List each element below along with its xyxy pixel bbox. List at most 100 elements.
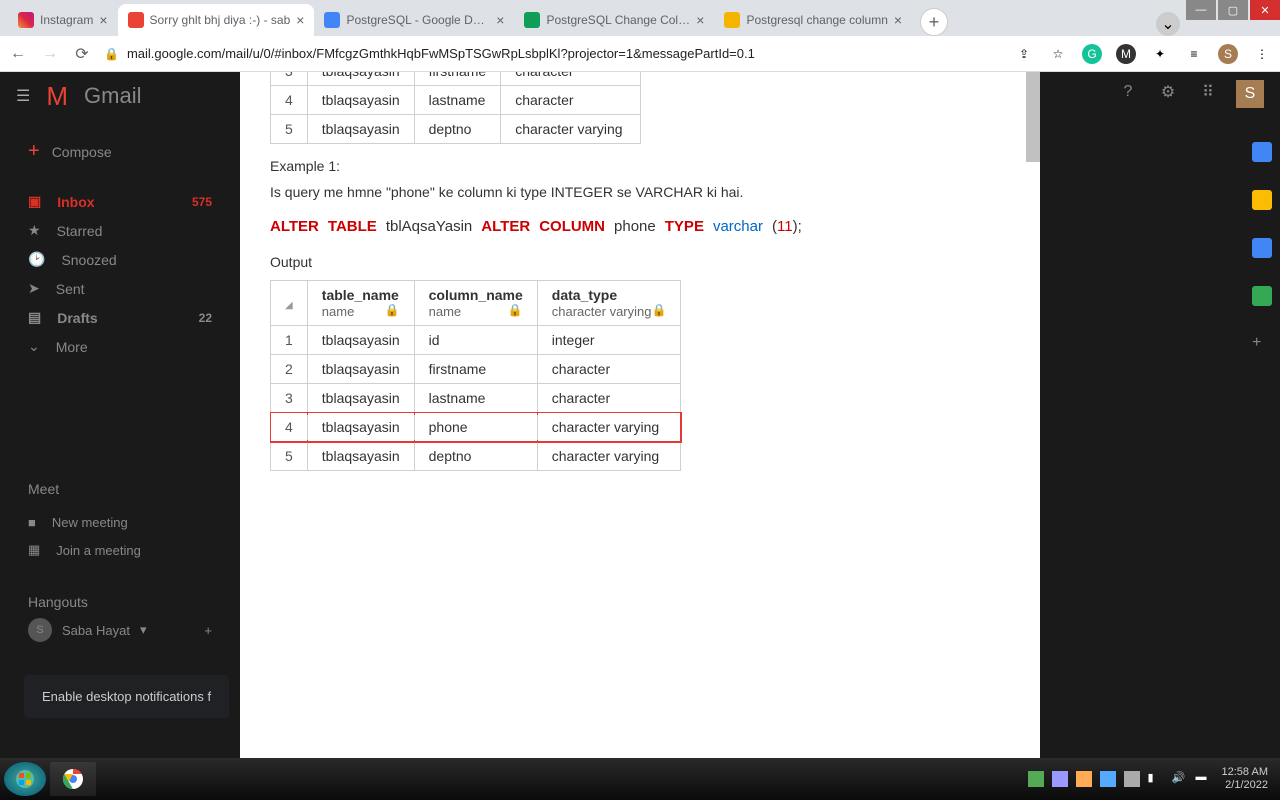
compose-button[interactable]: + Compose <box>8 128 132 175</box>
sidebar-label: Drafts <box>57 310 97 326</box>
calendar-icon[interactable] <box>1252 142 1272 162</box>
hangouts-user[interactable]: S Saba Hayat ▾ + <box>28 618 212 642</box>
close-icon[interactable]: × <box>696 12 704 28</box>
notification-toast[interactable]: Enable desktop notifications f <box>24 675 229 718</box>
close-icon[interactable]: × <box>496 12 504 28</box>
tab-title: Instagram <box>40 13 93 27</box>
windows-logo-icon <box>15 769 35 789</box>
sidebar-drafts[interactable]: ▤ Drafts 22 <box>8 303 232 332</box>
attachment-preview: 3 tblaqsayasin firstname character 4 tbl… <box>240 72 1040 758</box>
back-button[interactable]: ← <box>8 44 28 64</box>
gdocs-icon <box>324 12 340 28</box>
clock[interactable]: 12:58 AM 2/1/2022 <box>1222 766 1268 792</box>
table-row: 5 tblaqsayasin deptno character varying <box>271 442 681 471</box>
output-table: ◢ table_namename🔒 column_namename🔒 data_… <box>270 280 681 471</box>
close-icon[interactable]: × <box>296 12 304 28</box>
url-field[interactable]: 🔒 mail.google.com/mail/u/0/#inbox/FMfcgz… <box>104 46 1002 61</box>
sort-icon[interactable]: ◢ <box>285 300 293 311</box>
side-panel: + <box>1252 142 1272 354</box>
add-icon[interactable]: + <box>204 623 212 638</box>
sidebar-sent[interactable]: ➤ Sent <box>8 274 232 303</box>
new-meeting-button[interactable]: ■New meeting <box>28 509 212 536</box>
sidebar-more[interactable]: ⌄ More <box>8 332 232 361</box>
contacts-icon[interactable] <box>1252 286 1272 306</box>
close-button[interactable]: ✕ <box>1250 0 1280 20</box>
settings-gear-icon[interactable]: ⚙ <box>1156 80 1180 104</box>
chrome-taskbar-icon[interactable] <box>50 762 96 796</box>
address-bar: ← → ⟳ 🔒 mail.google.com/mail/u/0/#inbox/… <box>0 36 1280 72</box>
reload-button[interactable]: ⟳ <box>72 44 92 64</box>
sent-icon: ➤ <box>28 280 40 297</box>
sidebar-label: Snoozed <box>61 252 116 268</box>
sql-code: ALTER TABLE tblAqsaYasin ALTER COLUMN ph… <box>270 212 1010 242</box>
extensions-icon[interactable]: ✦ <box>1150 44 1170 64</box>
tab-pgcol[interactable]: Postgresql change column × <box>714 4 912 36</box>
minimize-button[interactable]: — <box>1186 0 1216 20</box>
maximize-button[interactable]: ▢ <box>1218 0 1248 20</box>
tray-icon[interactable] <box>1076 771 1092 787</box>
share-icon[interactable]: ⇪ <box>1014 44 1034 64</box>
network-icon[interactable]: ▮ <box>1148 771 1164 787</box>
sidebar-label: More <box>56 339 88 355</box>
sidebar-inbox[interactable]: ▣ Inbox 575 <box>8 187 232 216</box>
menu-icon[interactable]: ⋮ <box>1252 44 1272 64</box>
tab-title: Postgresql change column <box>746 13 887 27</box>
join-meeting-button[interactable]: ▦Join a meeting <box>28 536 212 564</box>
volume-icon[interactable]: 🔊 <box>1172 771 1188 787</box>
tray-icon[interactable] <box>1052 771 1068 787</box>
system-tray: ▮ 🔊 ▬ 12:58 AM 2/1/2022 <box>1028 766 1276 792</box>
drafts-icon: ▤ <box>28 309 41 326</box>
tray-icon[interactable] <box>1028 771 1044 787</box>
tray-icon[interactable] <box>1100 771 1116 787</box>
extension-m-icon[interactable]: M <box>1116 44 1136 64</box>
lock-icon: 🔒 <box>104 47 119 61</box>
start-button[interactable] <box>4 762 46 796</box>
tray-icons: ▮ 🔊 ▬ <box>1028 771 1212 787</box>
battery-icon[interactable]: ▬ <box>1196 771 1212 787</box>
profile-avatar[interactable]: S <box>1218 44 1238 64</box>
tab-gmail[interactable]: Sorry ghlt bhj diya :-) - sab × <box>118 4 315 36</box>
new-tab-button[interactable]: + <box>920 8 948 36</box>
clock-icon: 🕑 <box>28 251 45 268</box>
sidebar-snoozed[interactable]: 🕑 Snoozed <box>8 245 232 274</box>
tab-pgchange[interactable]: PostgreSQL Change Colum × <box>514 4 714 36</box>
inbox-icon: ▣ <box>28 193 41 210</box>
gmail-sidebar: + Compose ▣ Inbox 575 ★ Starred 🕑 Snooze… <box>0 120 240 650</box>
star-icon: ★ <box>28 222 41 239</box>
sidebar-starred[interactable]: ★ Starred <box>8 216 232 245</box>
dropdown-icon: ▾ <box>140 622 147 638</box>
add-panel-icon[interactable]: + <box>1252 334 1272 354</box>
help-icon[interactable]: ? <box>1116 80 1140 104</box>
hangouts-title: Hangouts <box>28 594 212 610</box>
tasks-icon[interactable] <box>1252 238 1272 258</box>
gmail-logo: Gmail <box>84 83 141 109</box>
gmail-m-icon: M <box>46 81 68 112</box>
account-avatar[interactable]: S <box>1236 80 1264 108</box>
table-row: 2 tblaqsayasin firstname character <box>271 355 681 384</box>
keep-icon[interactable] <box>1252 190 1272 210</box>
grammarly-icon[interactable]: G <box>1082 44 1102 64</box>
table-header-row: ◢ table_namename🔒 column_namename🔒 data_… <box>271 281 681 326</box>
browser-tabbar: Instagram × Sorry ghlt bhj diya :-) - sa… <box>0 0 1280 36</box>
tray-icon[interactable] <box>1124 771 1140 787</box>
chrome-profile-button[interactable]: ⌄ <box>1156 12 1180 36</box>
tab-gdocs[interactable]: PostgreSQL - Google Docs × <box>314 4 514 36</box>
instagram-icon <box>18 12 34 28</box>
user-name: Saba Hayat <box>62 623 130 638</box>
close-icon[interactable]: × <box>99 12 107 28</box>
apps-grid-icon[interactable]: ⠿ <box>1196 80 1220 104</box>
tab-instagram[interactable]: Instagram × <box>8 4 118 36</box>
reading-list-icon[interactable]: ≡ <box>1184 44 1204 64</box>
site-icon <box>724 12 740 28</box>
header-right: ? ⚙ ⠿ S <box>1116 80 1264 108</box>
scrollbar-thumb[interactable] <box>1026 72 1040 162</box>
forward-button[interactable]: → <box>40 44 60 64</box>
toolbar-icons: ⇪ ☆ G M ✦ ≡ S ⋮ <box>1014 44 1272 64</box>
lock-icon: 🔒 <box>508 303 523 317</box>
close-icon[interactable]: × <box>894 12 902 28</box>
date: 2/1/2022 <box>1222 779 1268 792</box>
hamburger-icon[interactable]: ☰ <box>16 86 30 106</box>
bookmark-star-icon[interactable]: ☆ <box>1048 44 1068 64</box>
windows-taskbar: ▮ 🔊 ▬ 12:58 AM 2/1/2022 <box>0 758 1280 800</box>
tab-title: Sorry ghlt bhj diya :-) - sab <box>150 13 291 27</box>
